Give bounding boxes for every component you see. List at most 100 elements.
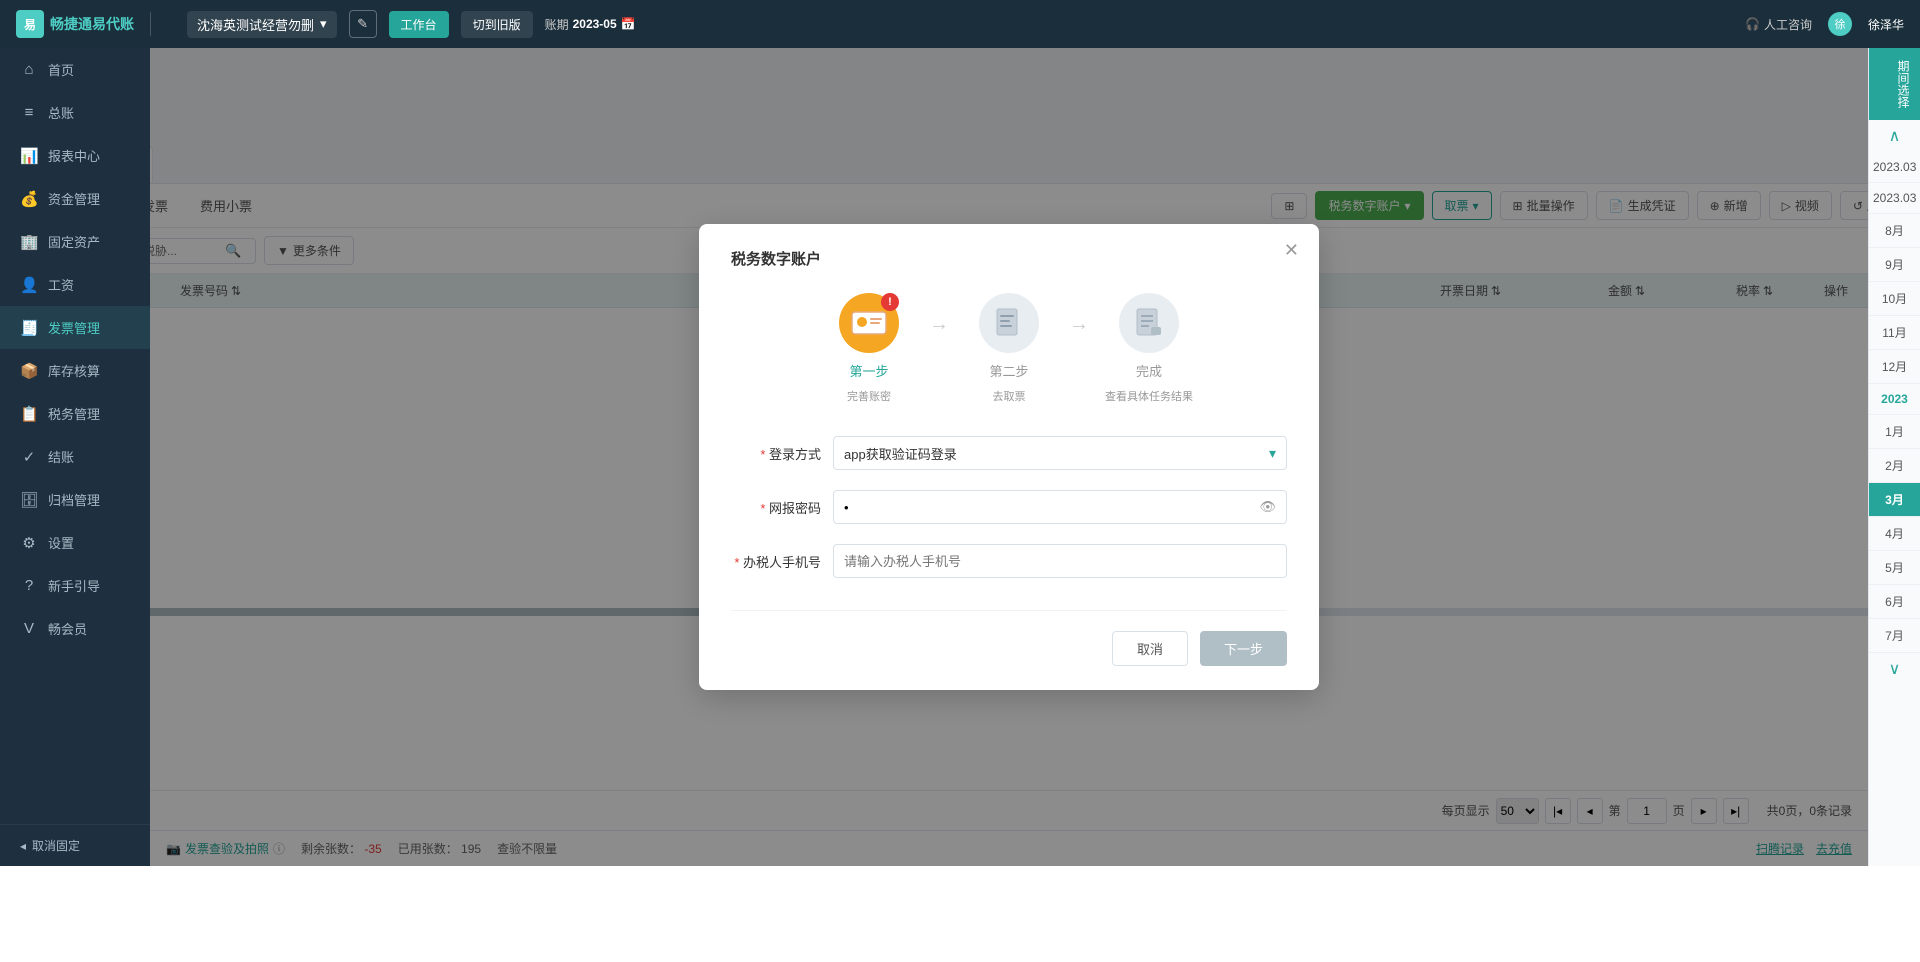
form-row-password: 网报密码 👁 [731,490,1287,524]
sidebar-label-assets: 固定资产 [48,232,100,251]
scroll-down-arrow[interactable]: ∨ [1883,653,1907,685]
step-badge: ! [881,293,899,311]
sidebar-item-member[interactable]: V 畅会员 [0,607,150,650]
workspace-button[interactable]: 工作台 [389,11,449,38]
funds-icon: 💰 [20,190,38,208]
modal-close-button[interactable]: ✕ [1284,240,1299,261]
sidebar-item-settings[interactable]: ⚙ 设置 [0,521,150,564]
phone-input[interactable] [844,545,1276,577]
sidebar-label-payroll: 工资 [48,275,74,294]
period-month-mar[interactable]: 3月 [1869,483,1920,517]
step-1: ! 第一步 完善账密 [809,293,929,404]
period-month-12[interactable]: 12月 [1869,350,1920,384]
company-edit-icon[interactable]: ✎ [349,10,377,38]
period-month-jul[interactable]: 7月 [1869,619,1920,653]
sidebar-label-settings: 设置 [48,533,74,552]
period-header[interactable]: 期间选择 [1869,48,1920,120]
company-selector[interactable]: 沈海英测试经营勿删 ▾ [187,11,337,38]
sidebar-label-member: 畅会员 [48,619,87,638]
sidebar-label-reports: 报表中心 [48,146,100,165]
chevron-down-icon: ▾ [320,16,327,32]
app-logo: 易 畅捷通易代账 [16,10,134,38]
sidebar-item-guide[interactable]: ? 新手引导 [0,564,150,607]
pin-icon: ◂ [20,839,26,853]
period-month-jan[interactable]: 1月 [1869,415,1920,449]
support-link[interactable]: 🎧 人工咨询 [1745,16,1812,33]
password-input[interactable] [844,491,1276,523]
period-month-may[interactable]: 5月 [1869,551,1920,585]
sidebar-label-inventory: 库存核算 [48,361,100,380]
tax-icon: 📋 [20,405,38,423]
payroll-icon: 👤 [20,276,38,294]
step-3-icon [1119,293,1179,353]
user-avatar: 徐 [1828,12,1852,36]
password-label: 网报密码 [731,498,821,517]
id-card-icon [851,309,887,337]
step-2-icon [979,293,1039,353]
document-icon [993,307,1025,339]
period-month-8[interactable]: 8月 [1869,214,1920,248]
calendar-icon[interactable]: 📅 [621,17,636,31]
period-month-11[interactable]: 11月 [1869,316,1920,350]
scroll-up-arrow[interactable]: ∧ [1883,120,1907,152]
switch-version-button[interactable]: 切到旧版 [461,11,533,38]
form-row-phone: 办税人手机号 [731,544,1287,578]
sidebar-label-tax: 税务管理 [48,404,100,423]
select-arrow-icon: ▾ [1269,445,1276,462]
period-info: 账期 2023-05 📅 [545,16,636,33]
period-year-2023[interactable]: 2023 [1869,384,1920,415]
sidebar-item-funds[interactable]: 💰 资金管理 [0,177,150,220]
next-button[interactable]: 下一步 [1200,631,1287,666]
reports-icon: 📊 [20,147,38,165]
period-month-10[interactable]: 10月 [1869,282,1920,316]
sidebar-item-invoices[interactable]: 🧾 发票管理 [0,306,150,349]
phone-input-wrap [833,544,1287,578]
eye-icon[interactable]: 👁 [1259,499,1276,515]
phone-label: 办税人手机号 [731,552,821,571]
sidebar-item-assets[interactable]: 🏢 固定资产 [0,220,150,263]
period-month-apr[interactable]: 4月 [1869,517,1920,551]
step-1-desc: 完善账密 [847,388,891,404]
modal-footer: 取消 下一步 [731,610,1287,666]
member-icon: V [20,620,38,637]
cancel-button[interactable]: 取消 [1112,631,1188,666]
modal-title: 税务数字账户 [731,248,1287,269]
sidebar-label-home: 首页 [48,60,74,79]
sidebar-item-payroll[interactable]: 👤 工资 [0,263,150,306]
company-name: 沈海英测试经营勿删 [197,15,314,34]
sidebar-item-ledger[interactable]: ≡ 总账 [0,91,150,134]
checklist-icon [1133,307,1165,339]
sidebar-label-guide: 新手引导 [48,576,100,595]
tax-digital-modal: 税务数字账户 ✕ ! 第一步 完善账密 [699,224,1319,690]
sidebar-item-inventory[interactable]: 📦 库存核算 [0,349,150,392]
assets-icon: 🏢 [20,233,38,251]
step-2: 第二步 去取票 [949,293,1069,404]
sidebar-item-reports[interactable]: 📊 报表中心 [0,134,150,177]
sidebar-label-settlement: 结账 [48,447,74,466]
sidebar-item-settlement[interactable]: ✓ 结账 [0,435,150,478]
period-month-jun[interactable]: 6月 [1869,585,1920,619]
period-month-feb[interactable]: 2月 [1869,449,1920,483]
user-name: 徐泽华 [1868,16,1904,33]
top-right: 🎧 人工咨询 徐 徐泽华 [1745,12,1904,36]
guide-icon: ? [20,577,38,594]
sidebar-item-tax[interactable]: 📋 税务管理 [0,392,150,435]
sidebar-label-funds: 资金管理 [48,189,100,208]
period-month-1[interactable]: 2023.03 [1869,152,1920,183]
settings-icon: ⚙ [20,534,38,552]
step-3-desc: 查看具体任务结果 [1105,388,1193,404]
sidebar-item-home[interactable]: ⌂ 首页 [0,48,150,91]
inventory-icon: 📦 [20,362,38,380]
sidebar-bottom-pin[interactable]: ◂ 取消固定 [0,824,150,866]
archive-icon: 🗄 [20,491,38,509]
period-month-9[interactable]: 9月 [1869,248,1920,282]
period-month-2[interactable]: 2023.03 [1869,183,1920,214]
sidebar-label-archive: 归档管理 [48,490,100,509]
step-arrow-2: → [1069,313,1089,336]
step-1-icon: ! [839,293,899,353]
password-input-wrap: 👁 [833,490,1287,524]
login-method-select[interactable]: app获取验证码登录 ▾ [833,436,1287,470]
step-3: 完成 查看具体任务结果 [1089,293,1209,404]
sidebar-item-archive[interactable]: 🗄 归档管理 [0,478,150,521]
step-2-desc: 去取票 [993,388,1026,404]
